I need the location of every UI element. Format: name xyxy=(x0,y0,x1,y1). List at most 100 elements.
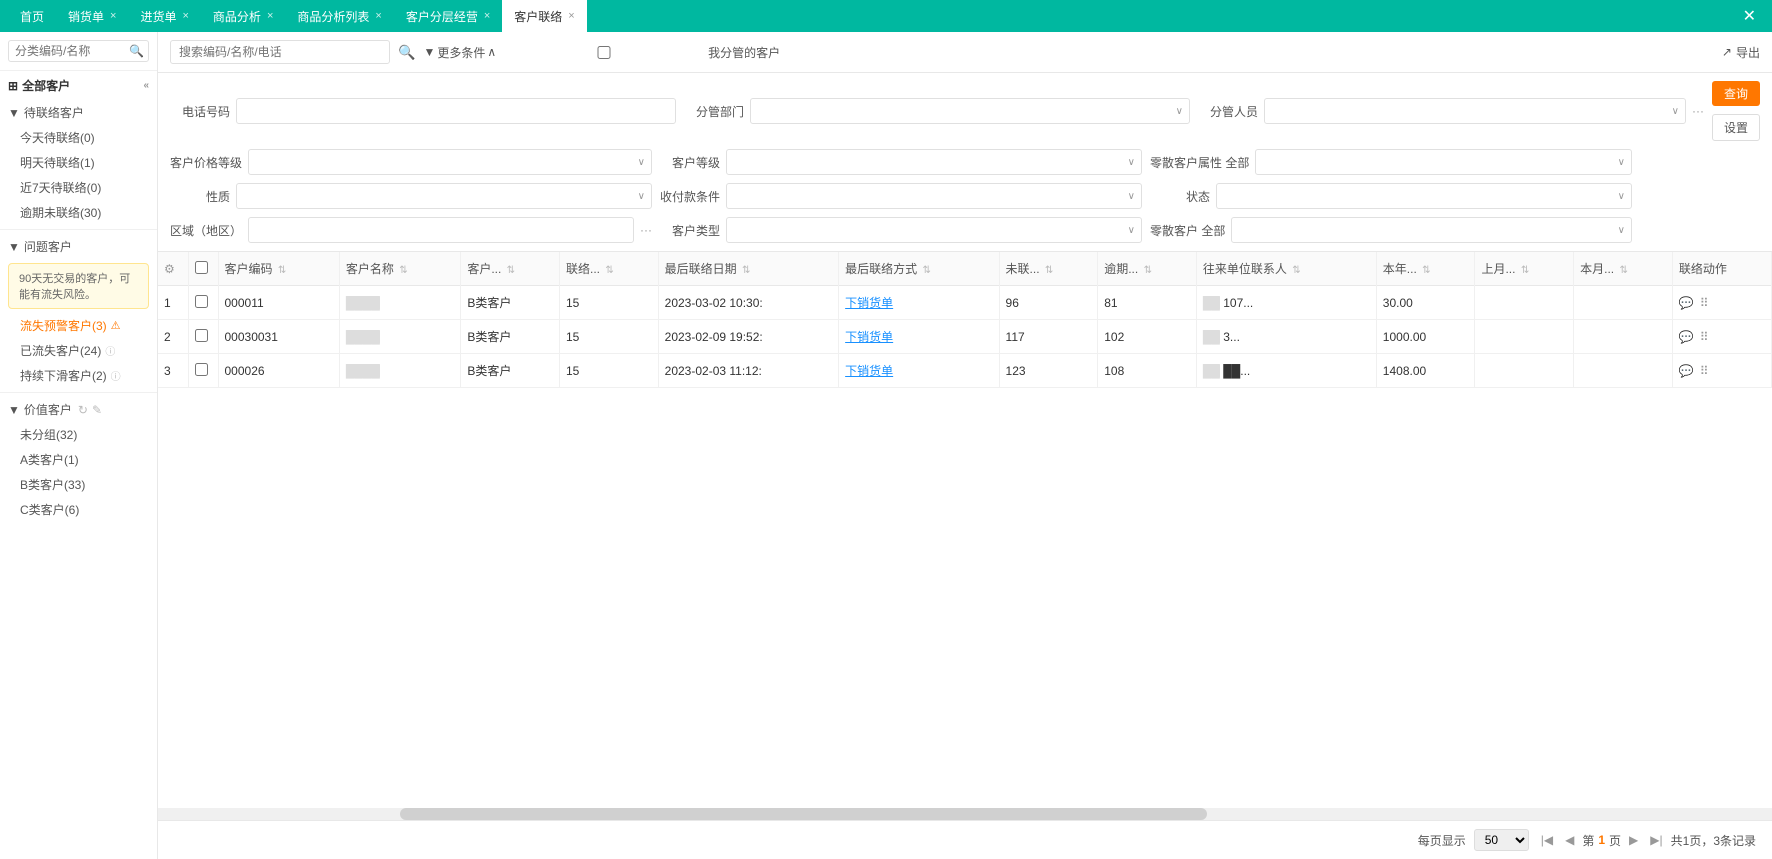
sidebar-item-a-class[interactable]: A类客户(1) xyxy=(8,447,157,472)
export-btn[interactable]: ↗ 导出 xyxy=(1722,44,1760,61)
filter-person-more[interactable]: ··· xyxy=(1692,104,1704,118)
more-filter-btn[interactable]: ▼ 更多条件 ∧ xyxy=(423,44,496,61)
sidebar-item-b-class[interactable]: B类客户(33) xyxy=(8,472,157,497)
settings-button[interactable]: 设置 xyxy=(1712,114,1760,141)
filter-zero-cust-select[interactable]: ∨ xyxy=(1231,217,1632,243)
edit-icon[interactable]: ✎ xyxy=(92,403,102,417)
sidebar-item-7days[interactable]: 近7天待联络(0) xyxy=(8,175,157,200)
tab-analysis[interactable]: 商品分析 × xyxy=(201,0,285,32)
cell-checkbox[interactable] xyxy=(188,286,218,320)
sidebar-item-lost[interactable]: 已流失客户(24) ⓘ xyxy=(8,338,157,363)
sidebar-search-input[interactable] xyxy=(8,40,149,62)
last-page-btn[interactable]: ▶| xyxy=(1646,831,1666,849)
tab-purchase[interactable]: 进货单 × xyxy=(128,0,200,32)
filter-price-level-select[interactable]: ∨ xyxy=(248,149,652,175)
cell-last-method[interactable]: 下销货单 xyxy=(839,286,999,320)
tab-analysis-list[interactable]: 商品分析列表 × xyxy=(285,0,393,32)
filter-region-more[interactable]: ··· xyxy=(640,223,652,237)
filter-region-input[interactable] xyxy=(248,217,634,243)
sidebar-item-overdue[interactable]: 逾期未联络(30) xyxy=(8,200,157,225)
sidebar-group-value[interactable]: ▼ 价值客户 ↻ ✎ xyxy=(0,397,157,422)
filter-person-select[interactable]: ∨ xyxy=(1264,98,1686,124)
last-method-link[interactable]: 下销货单 xyxy=(845,330,893,344)
sort-code[interactable]: ⇅ xyxy=(278,265,286,276)
col-checkbox[interactable] xyxy=(188,252,218,286)
all-customers-header[interactable]: ⊞ 全部客户 « xyxy=(0,71,157,100)
tab-analysis-close[interactable]: × xyxy=(267,10,273,22)
total-info: 共1页，3条记录 xyxy=(1671,832,1756,849)
action-more-icon[interactable]: ⠿ xyxy=(1700,364,1709,378)
sidebar-item-unassigned[interactable]: 未分组(32) xyxy=(8,422,157,447)
triangle-icon3: ▼ xyxy=(8,403,20,417)
per-page-select[interactable]: 50 100 xyxy=(1474,829,1529,851)
tab-customer-contact-close[interactable]: × xyxy=(568,10,574,22)
sort-unit[interactable]: ⇅ xyxy=(1292,265,1300,276)
filter-status-select[interactable]: ∨ xyxy=(1216,183,1632,209)
sort-overdue[interactable]: ⇅ xyxy=(1144,265,1152,276)
cell-last-method[interactable]: 下销货单 xyxy=(839,320,999,354)
filter-payment-select[interactable]: ∨ xyxy=(726,183,1142,209)
sort-contact[interactable]: ⇅ xyxy=(605,265,613,276)
action-chat-icon[interactable]: 💬 xyxy=(1679,330,1694,344)
filter-nature-select[interactable]: ∨ xyxy=(236,183,652,209)
last-method-link[interactable]: 下销货单 xyxy=(845,296,893,310)
row-checkbox[interactable] xyxy=(195,295,208,308)
tab-sales-close[interactable]: × xyxy=(110,10,116,22)
sort-name[interactable]: ⇅ xyxy=(399,265,407,276)
main-search-btn[interactable]: 🔍 xyxy=(398,44,415,61)
sidebar-item-today[interactable]: 今天待联络(0) xyxy=(8,125,157,150)
first-page-btn[interactable]: |◀ xyxy=(1537,831,1557,849)
cell-checkbox[interactable] xyxy=(188,354,218,388)
sort-this-year[interactable]: ⇅ xyxy=(1422,265,1430,276)
sort-type[interactable]: ⇅ xyxy=(507,265,515,276)
select-all-checkbox[interactable] xyxy=(195,261,208,274)
main-search-input[interactable] xyxy=(170,40,390,64)
horizontal-scrollbar[interactable] xyxy=(158,808,1772,820)
filter-icon: ▼ xyxy=(423,45,435,59)
refresh-icon[interactable]: ↻ xyxy=(78,403,88,417)
filter-phone-input[interactable] xyxy=(236,98,676,124)
action-chat-icon[interactable]: 💬 xyxy=(1679,296,1694,310)
tab-customer-tier-close[interactable]: × xyxy=(484,10,490,22)
sidebar-item-churn-warning[interactable]: 流失预警客户(3) ⚠ xyxy=(8,313,157,338)
my-customers-checkbox[interactable] xyxy=(504,46,704,59)
filter-dept-select[interactable]: ∨ xyxy=(750,98,1190,124)
action-chat-icon[interactable]: 💬 xyxy=(1679,364,1694,378)
cell-last-method[interactable]: 下销货单 xyxy=(839,354,999,388)
tab-analysis-list-close[interactable]: × xyxy=(375,10,381,22)
my-customers-checkbox-label[interactable]: 我分管的客户 xyxy=(504,44,780,61)
sidebar-item-c-class[interactable]: C类客户(6) xyxy=(8,497,157,522)
sidebar-group-pending[interactable]: ▼ 待联络客户 xyxy=(0,100,157,125)
tab-customer-tier[interactable]: 客户分层经营 × xyxy=(394,0,502,32)
query-button[interactable]: 查询 xyxy=(1712,81,1760,106)
tab-home[interactable]: 首页 xyxy=(8,0,56,32)
next-page-btn[interactable]: ▶ xyxy=(1625,831,1642,849)
action-more-icon[interactable]: ⠿ xyxy=(1700,296,1709,310)
prev-page-btn[interactable]: ◀ xyxy=(1561,831,1578,849)
row-checkbox[interactable] xyxy=(195,363,208,376)
filter-level-select[interactable]: ∨ xyxy=(726,149,1142,175)
cell-last-month xyxy=(1475,286,1574,320)
window-close-btn[interactable]: ✕ xyxy=(1735,6,1764,26)
row-checkbox[interactable] xyxy=(195,329,208,342)
sidebar-search-area: 🔍 xyxy=(0,32,157,71)
sidebar-item-declining[interactable]: 持续下滑客户(2) ⓘ xyxy=(8,363,157,388)
collapse-btn[interactable]: « xyxy=(143,80,149,91)
last-method-link[interactable]: 下销货单 xyxy=(845,364,893,378)
tab-sales[interactable]: 销货单 × xyxy=(56,0,128,32)
cell-checkbox[interactable] xyxy=(188,320,218,354)
sidebar-group-problem[interactable]: ▼ 问题客户 xyxy=(0,234,157,259)
sort-not-contact[interactable]: ⇅ xyxy=(1045,265,1053,276)
scroll-thumb[interactable] xyxy=(400,808,1207,820)
sidebar-item-tomorrow[interactable]: 明天待联络(1) xyxy=(8,150,157,175)
sort-this-month[interactable]: ⇅ xyxy=(1619,265,1627,276)
tab-customer-contact[interactable]: 客户联络 × xyxy=(502,0,586,32)
sort-last-date[interactable]: ⇅ xyxy=(742,265,750,276)
sort-last-month[interactable]: ⇅ xyxy=(1521,265,1529,276)
filter-zero-attr-select[interactable]: ∨ xyxy=(1255,149,1632,175)
col-settings[interactable]: ⚙ xyxy=(158,252,188,286)
sort-last-method[interactable]: ⇅ xyxy=(922,265,930,276)
filter-cust-type-select[interactable]: ∨ xyxy=(726,217,1142,243)
tab-purchase-close[interactable]: × xyxy=(182,10,188,22)
action-more-icon[interactable]: ⠿ xyxy=(1700,330,1709,344)
